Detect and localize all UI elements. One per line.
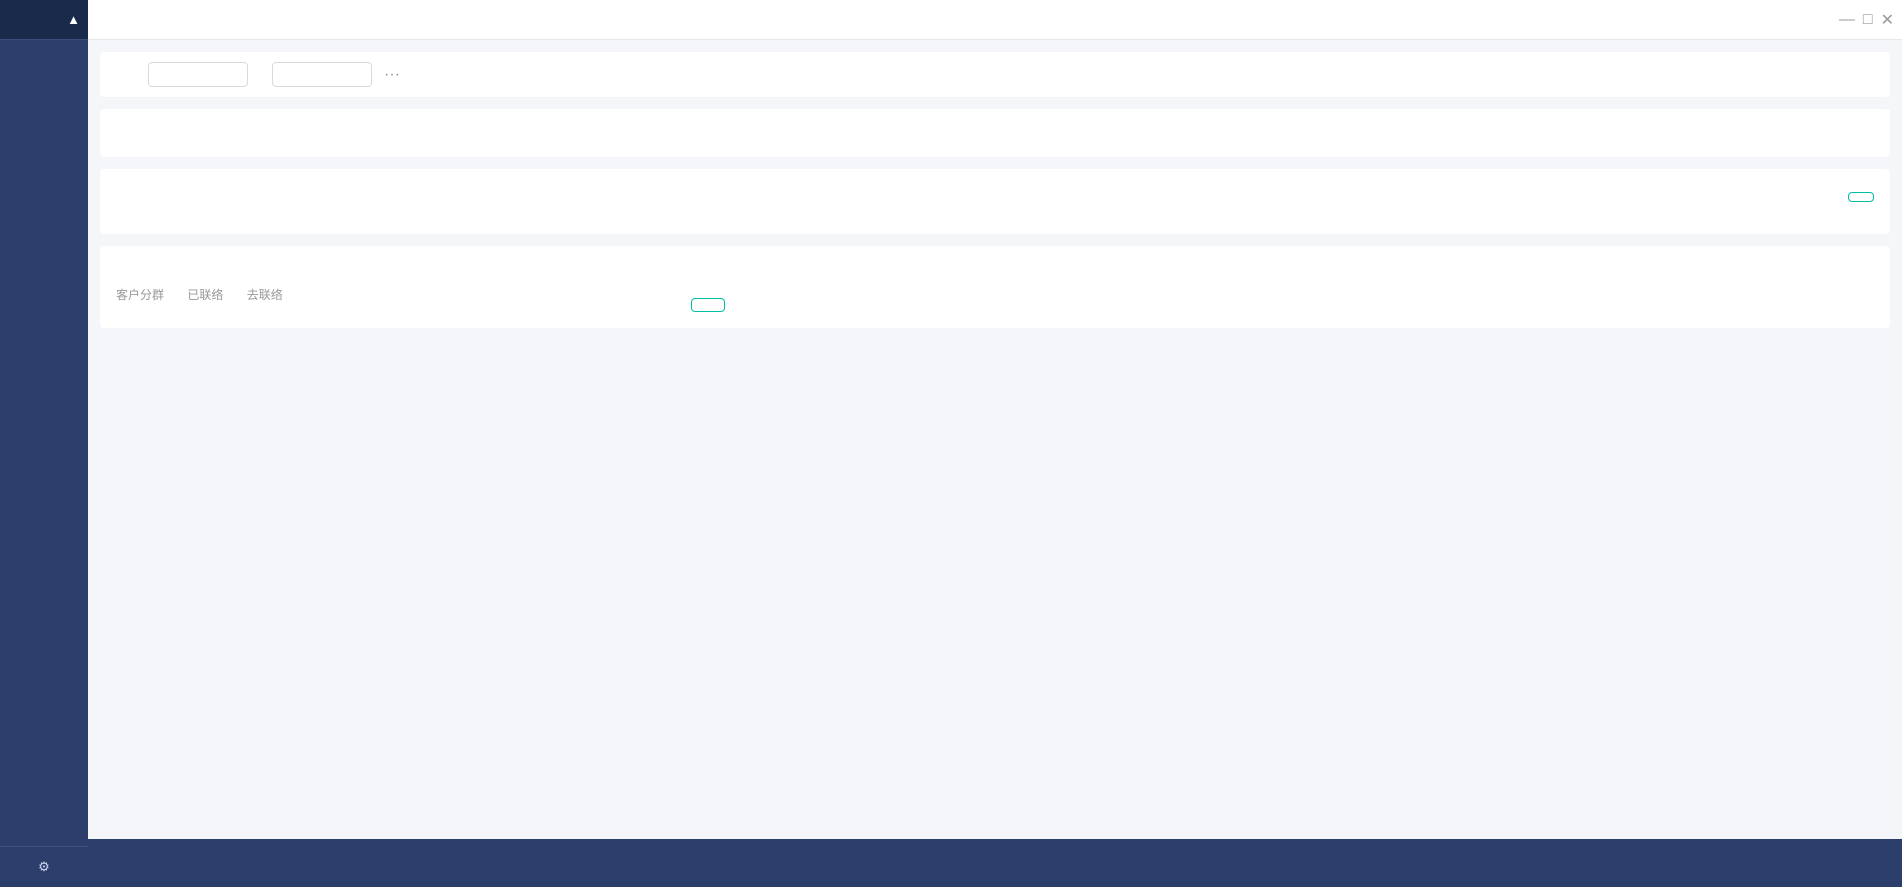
customer-section bbox=[100, 109, 1890, 157]
bottom-bar bbox=[88, 839, 1902, 887]
list-view-btn[interactable] bbox=[1848, 192, 1874, 202]
section-action bbox=[1848, 185, 1874, 202]
client-group-label: 客户分群 bbox=[116, 288, 164, 302]
sidebar-gear[interactable]: ⚙ bbox=[0, 846, 88, 887]
tab-restore-icon[interactable]: □ bbox=[1863, 11, 1873, 29]
today-followup-col: 客户分群 已联络 去联络 bbox=[116, 278, 675, 309]
page-header: ··· bbox=[100, 52, 1890, 97]
tomorrow-followup-col bbox=[741, 278, 1300, 286]
sales-section bbox=[100, 169, 1890, 234]
go-followup-btn[interactable] bbox=[691, 298, 725, 312]
sidebar: ▲ ⚙ bbox=[0, 0, 88, 887]
filter-more-icon[interactable]: ··· bbox=[384, 66, 400, 84]
sales-section-header bbox=[116, 185, 1874, 202]
tab-bar: — □ ✕ bbox=[88, 0, 1902, 40]
go-btn-col bbox=[691, 278, 725, 312]
dept-select[interactable] bbox=[148, 62, 248, 87]
filter-group: ··· bbox=[136, 62, 400, 87]
main-area: — □ ✕ ··· bbox=[88, 0, 1902, 887]
sales-select[interactable] bbox=[272, 62, 372, 87]
tab-minimize-icon[interactable]: — bbox=[1839, 11, 1855, 29]
tab-close-icon[interactable]: ✕ bbox=[1881, 10, 1894, 30]
sidebar-collapse-icon[interactable]: ▲ bbox=[67, 12, 80, 27]
followup-section: 客户分群 已联络 去联络 bbox=[100, 246, 1890, 328]
content-area: ··· bbox=[88, 40, 1902, 839]
tab-actions: — □ ✕ bbox=[1839, 10, 1894, 30]
sidebar-header[interactable]: ▲ bbox=[0, 0, 88, 40]
overdue-col bbox=[1315, 278, 1874, 286]
contacted-label: 已联络 bbox=[187, 288, 223, 302]
go-contact-label: 去联络 bbox=[247, 288, 283, 302]
